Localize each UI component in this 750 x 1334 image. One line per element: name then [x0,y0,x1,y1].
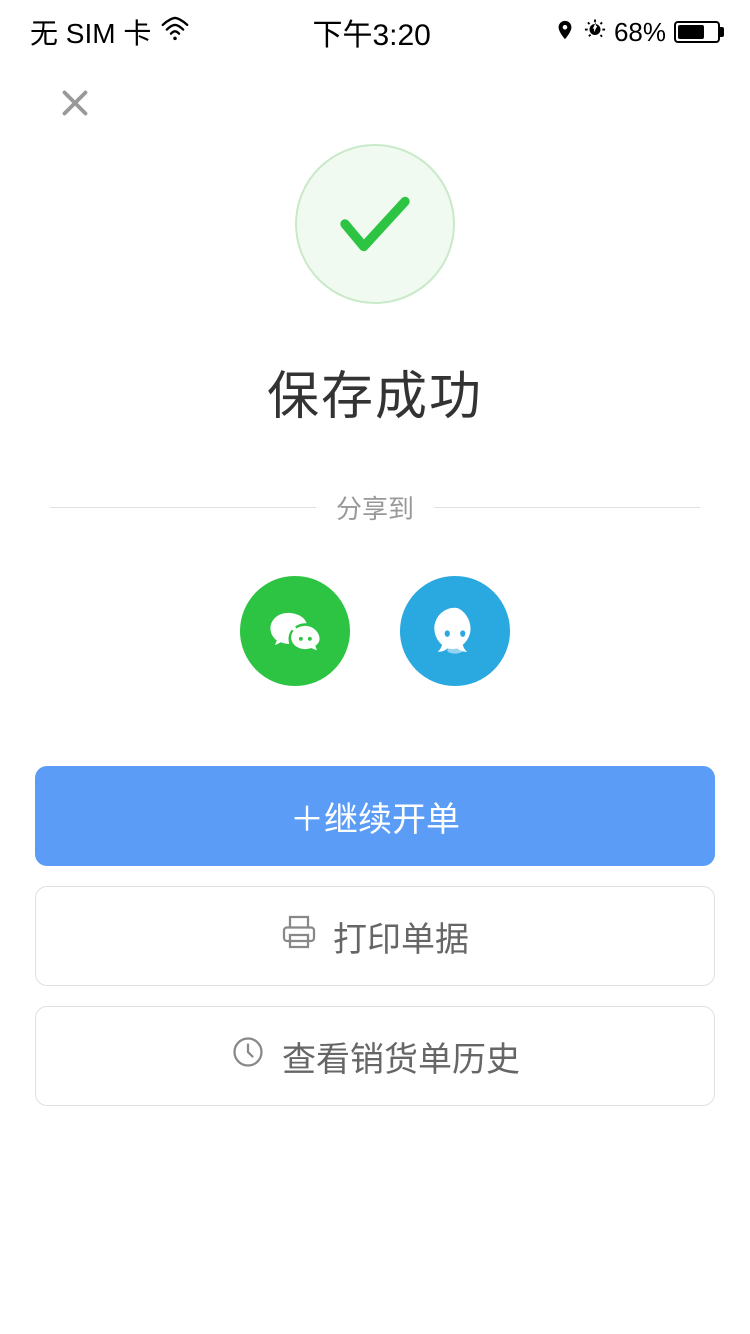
success-title: 保存成功 [267,354,483,429]
battery-fill [678,25,704,39]
wifi-icon [161,15,189,50]
status-time: 下午3:20 [312,10,430,54]
battery-container [674,21,720,43]
divider-line-right [434,507,700,508]
plus-icon: ＋ [290,792,324,841]
close-button[interactable] [50,78,100,128]
clock-icon [230,1034,266,1079]
action-buttons: ＋ 继续开单 打印单据 查看销货单历史 [35,766,715,1106]
share-icons [240,576,510,686]
battery-box [674,21,720,43]
continue-label: 继续开单 [324,792,460,841]
history-button[interactable]: 查看销货单历史 [35,1006,715,1106]
status-bar: 无 SIM 卡 下午3:20 68% [0,0,750,64]
print-button[interactable]: 打印单据 [35,886,715,986]
wechat-share-button[interactable] [240,576,350,686]
main-content: 保存成功 分享到 [0,64,750,1106]
divider-line-left [50,507,316,508]
carrier-text: 无 SIM 卡 [30,12,151,52]
battery-percent: 68% [614,17,666,48]
qq-share-button[interactable] [400,576,510,686]
success-circle [295,144,455,304]
share-label: 分享到 [336,489,414,526]
status-right: 68% [554,17,720,48]
share-divider: 分享到 [50,489,700,526]
printer-icon [281,914,317,959]
status-left: 无 SIM 卡 [30,12,189,52]
history-label: 查看销货单历史 [282,1032,520,1081]
alarm-icon [584,17,606,48]
print-label: 打印单据 [333,912,469,961]
location-icon [554,17,576,48]
continue-button[interactable]: ＋ 继续开单 [35,766,715,866]
